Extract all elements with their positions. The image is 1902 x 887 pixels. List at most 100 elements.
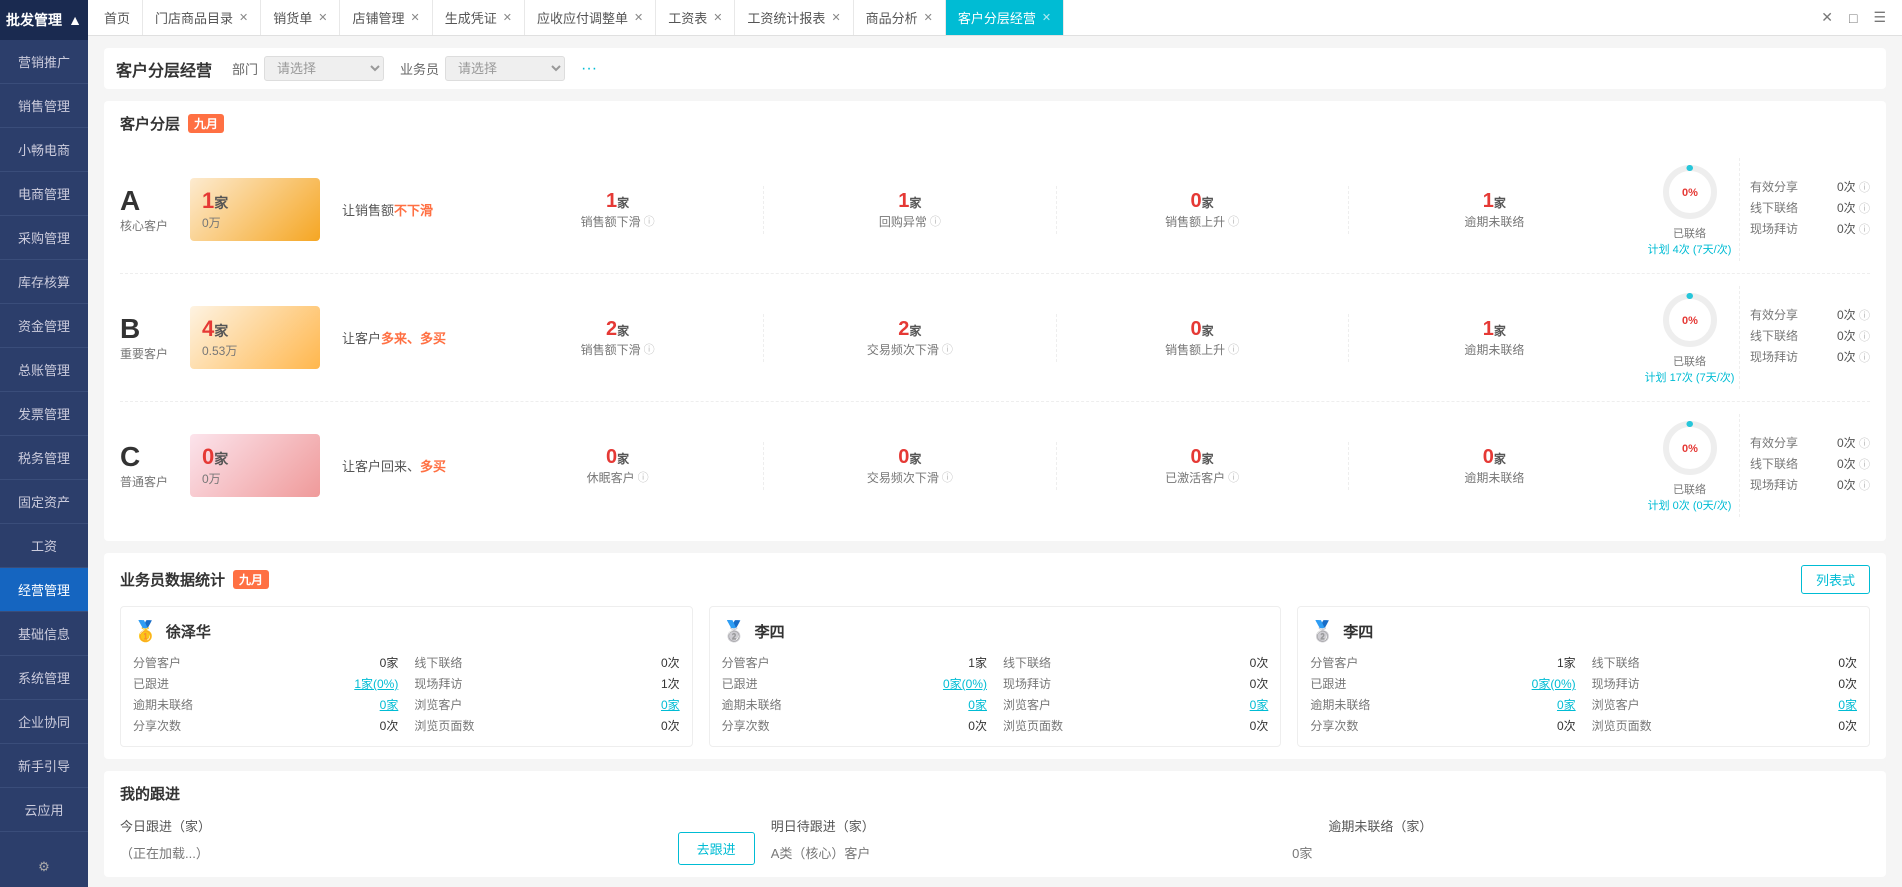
staff-select[interactable]: 请选择	[445, 56, 565, 81]
staff-stat-row: 分享次数 0次	[722, 717, 987, 734]
month-badge: 九月	[188, 114, 224, 133]
tab-sales-order[interactable]: 销货单 ✕	[261, 0, 340, 36]
sidebar-item-xiaodian[interactable]: 小畅电商	[0, 128, 88, 172]
side-stat-row: 线下联络 0次 ⓘ	[1750, 327, 1870, 344]
tab-menu-icon[interactable]: ☰	[1869, 7, 1890, 28]
tab-next-icon[interactable]: □	[1845, 8, 1861, 28]
tab-receivable[interactable]: 应收应付调整单 ✕	[525, 0, 656, 36]
circle-block-C: 0% 已联络 计划 0次 (0天/次)	[1640, 414, 1740, 517]
staff-card-0: 🥇 徐泽华 分管客户 0家 线下联络 0次 已跟进 1家(0%) 现场拜访 1次…	[120, 606, 693, 747]
svg-text:0%: 0%	[1682, 187, 1698, 199]
sidebar: 批发管理 ▲ 营销推广销售管理小畅电商电商管理采购管理库存核算资金管理总账管理发…	[0, 0, 88, 887]
side-stats-C: 有效分享 0次 ⓘ 线下联络 0次 ⓘ 现场拜访 0次 ⓘ	[1740, 434, 1870, 497]
sidebar-item-shuiwu[interactable]: 税务管理	[0, 436, 88, 480]
circle-block-A: 0% 已联络 计划 4次 (7天/次)	[1640, 158, 1740, 261]
tab-close-voucher[interactable]: ✕	[503, 11, 512, 24]
tab-product-analysis[interactable]: 商品分析✕	[854, 0, 946, 36]
sidebar-item-gudingzichan[interactable]: 固定资产	[0, 480, 88, 524]
staff-stats-grid: 分管客户 1家 线下联络 0次 已跟进 0家(0%) 现场拜访 0次 逾期未联络…	[722, 654, 1269, 734]
tab-close-customer-tier[interactable]: ✕	[1042, 11, 1051, 24]
sidebar-item-jingying[interactable]: 经营管理	[0, 568, 88, 612]
sidebar-top[interactable]: 批发管理 ▲	[0, 0, 88, 40]
staff-stat-row: 分享次数 0次	[1310, 717, 1575, 734]
tomorrow-a-row: A类（核心）客户 0家	[771, 843, 1313, 862]
dept-select[interactable]: 请选择	[264, 56, 384, 81]
staff-stat-row: 浏览客户 0家	[1003, 696, 1268, 713]
go-follow-button[interactable]: 去跟进	[678, 832, 755, 865]
more-icon[interactable]: ···	[581, 60, 597, 78]
sidebar-item-yingxiao[interactable]: 营销推广	[0, 40, 88, 84]
staff-name-row: 🥇 徐泽华	[133, 619, 680, 644]
settings-icon[interactable]: ⚙	[0, 847, 88, 887]
sidebar-title: 批发管理	[6, 10, 62, 30]
tab-close-receivable[interactable]: ✕	[634, 11, 643, 24]
tab-label-store-mgmt: 店铺管理	[352, 8, 404, 27]
svg-text:0%: 0%	[1682, 443, 1698, 455]
tab-close-sales-order[interactable]: ✕	[318, 11, 327, 24]
follow-section: 我的跟进 今日跟进（家） （正在加载...） 去跟进 明日待跟进（家） A类（核…	[104, 771, 1886, 877]
tab-payroll[interactable]: 工资表✕	[656, 0, 735, 36]
tab-store-products[interactable]: 门店商品目录 ✕	[143, 0, 261, 36]
tab-close-payroll[interactable]: ✕	[713, 11, 722, 24]
sidebar-item-qiye[interactable]: 企业协同	[0, 700, 88, 744]
staff-stat-row: 分享次数 0次	[133, 717, 398, 734]
tab-home[interactable]: 首页	[92, 0, 143, 36]
sidebar-item-fapiao[interactable]: 发票管理	[0, 392, 88, 436]
sidebar-item-dianshang[interactable]: 电商管理	[0, 172, 88, 216]
side-stat-row: 有效分享 0次 ⓘ	[1750, 306, 1870, 323]
tab-actions: ✕ □ ☰	[1809, 7, 1898, 28]
today-follow-col: 今日跟进（家） （正在加载...）	[120, 816, 662, 862]
circle-block-B: 0% 已联络 计划 17次 (7天/次)	[1640, 286, 1740, 389]
sidebar-item-xiaoshou[interactable]: 销售管理	[0, 84, 88, 128]
tab-label-sales-order: 销货单	[273, 8, 312, 27]
tab-payroll-report[interactable]: 工资统计报表✕	[735, 0, 853, 36]
tier-stat: 2家 销售额下滑 ⓘ	[472, 314, 764, 362]
staff-stat-row: 已跟进 0家(0%)	[722, 675, 987, 692]
tab-close-store-products[interactable]: ✕	[239, 11, 248, 24]
sidebar-collapse-icon[interactable]: ▲	[68, 12, 82, 28]
sidebar-item-zhangzhang[interactable]: 总账管理	[0, 348, 88, 392]
staff-stat-row: 浏览页面数 0次	[1592, 717, 1857, 734]
biz-stats-header: 业务员数据统计 九月 列表式	[120, 565, 1870, 594]
info-icon: ⓘ	[1859, 459, 1870, 471]
list-view-button[interactable]: 列表式	[1801, 565, 1870, 594]
tab-bar: 首页门店商品目录✕销货单✕店铺管理✕生成凭证✕应收应付调整单✕工资表✕工资统计报…	[88, 0, 1902, 36]
sidebar-item-xinshou[interactable]: 新手引导	[0, 744, 88, 788]
tab-prev-icon[interactable]: ✕	[1817, 7, 1837, 28]
tab-voucher[interactable]: 生成凭证✕	[433, 0, 525, 36]
tier-stats-A: 1家 销售额下滑 ⓘ 1家 回购异常 ⓘ 0家 销售额上升 ⓘ 1家 逾期未联络	[472, 186, 1640, 234]
tier-tip-B: 让客户多来、多买	[332, 328, 472, 347]
sidebar-item-jichu[interactable]: 基础信息	[0, 612, 88, 656]
tier-count-block-C: 0家 0万	[190, 434, 320, 497]
tab-label-store-products: 门店商品目录	[155, 8, 233, 27]
tier-stat: 0家 已激活客户 ⓘ	[1057, 442, 1349, 490]
tier-stats-B: 2家 销售额下滑 ⓘ 2家 交易频次下滑 ⓘ 0家 销售额上升 ⓘ 1家 逾期未…	[472, 314, 1640, 362]
staff-stat-row: 逾期未联络 0家	[1310, 696, 1575, 713]
info-icon: ⓘ	[1859, 224, 1870, 236]
tab-label-receivable: 应收应付调整单	[537, 8, 628, 27]
info-icon: ⓘ	[1859, 480, 1870, 492]
staff-stat-row: 逾期未联络 0家	[722, 696, 987, 713]
sidebar-item-yun[interactable]: 云应用	[0, 788, 88, 832]
sidebar-item-caigou[interactable]: 采购管理	[0, 216, 88, 260]
staff-stats-grid: 分管客户 1家 线下联络 0次 已跟进 0家(0%) 现场拜访 0次 逾期未联络…	[1310, 654, 1857, 734]
info-icon: ⓘ	[1859, 352, 1870, 364]
tab-close-store-mgmt[interactable]: ✕	[411, 11, 420, 24]
tab-close-payroll-report[interactable]: ✕	[831, 11, 840, 24]
medal-icon: 🥈	[1310, 619, 1335, 644]
tab-close-product-analysis[interactable]: ✕	[924, 11, 933, 24]
tab-store-mgmt[interactable]: 店铺管理 ✕	[340, 0, 432, 36]
sidebar-item-gongzi[interactable]: 工资	[0, 524, 88, 568]
sidebar-item-zijin[interactable]: 资金管理	[0, 304, 88, 348]
sidebar-item-kucun[interactable]: 库存核算	[0, 260, 88, 304]
svg-text:0%: 0%	[1682, 315, 1698, 327]
tab-customer-tier[interactable]: 客户分层经营✕	[946, 0, 1064, 36]
side-stat-row: 现场拜访 0次 ⓘ	[1750, 476, 1870, 493]
staff-label: 业务员	[400, 59, 439, 78]
biz-stats-title: 业务员数据统计 九月	[120, 569, 269, 590]
staff-stats-grid: 分管客户 0家 线下联络 0次 已跟进 1家(0%) 现场拜访 1次 逾期未联络…	[133, 654, 680, 734]
info-icon: ⓘ	[1228, 469, 1239, 485]
sidebar-item-xitong[interactable]: 系统管理	[0, 656, 88, 700]
staff-stat-row: 现场拜访 1次	[414, 675, 679, 692]
content-area: 客户分层经营 部门 请选择 业务员 请选择 ··· 客户分层 九月 A 核心客户…	[88, 36, 1902, 887]
